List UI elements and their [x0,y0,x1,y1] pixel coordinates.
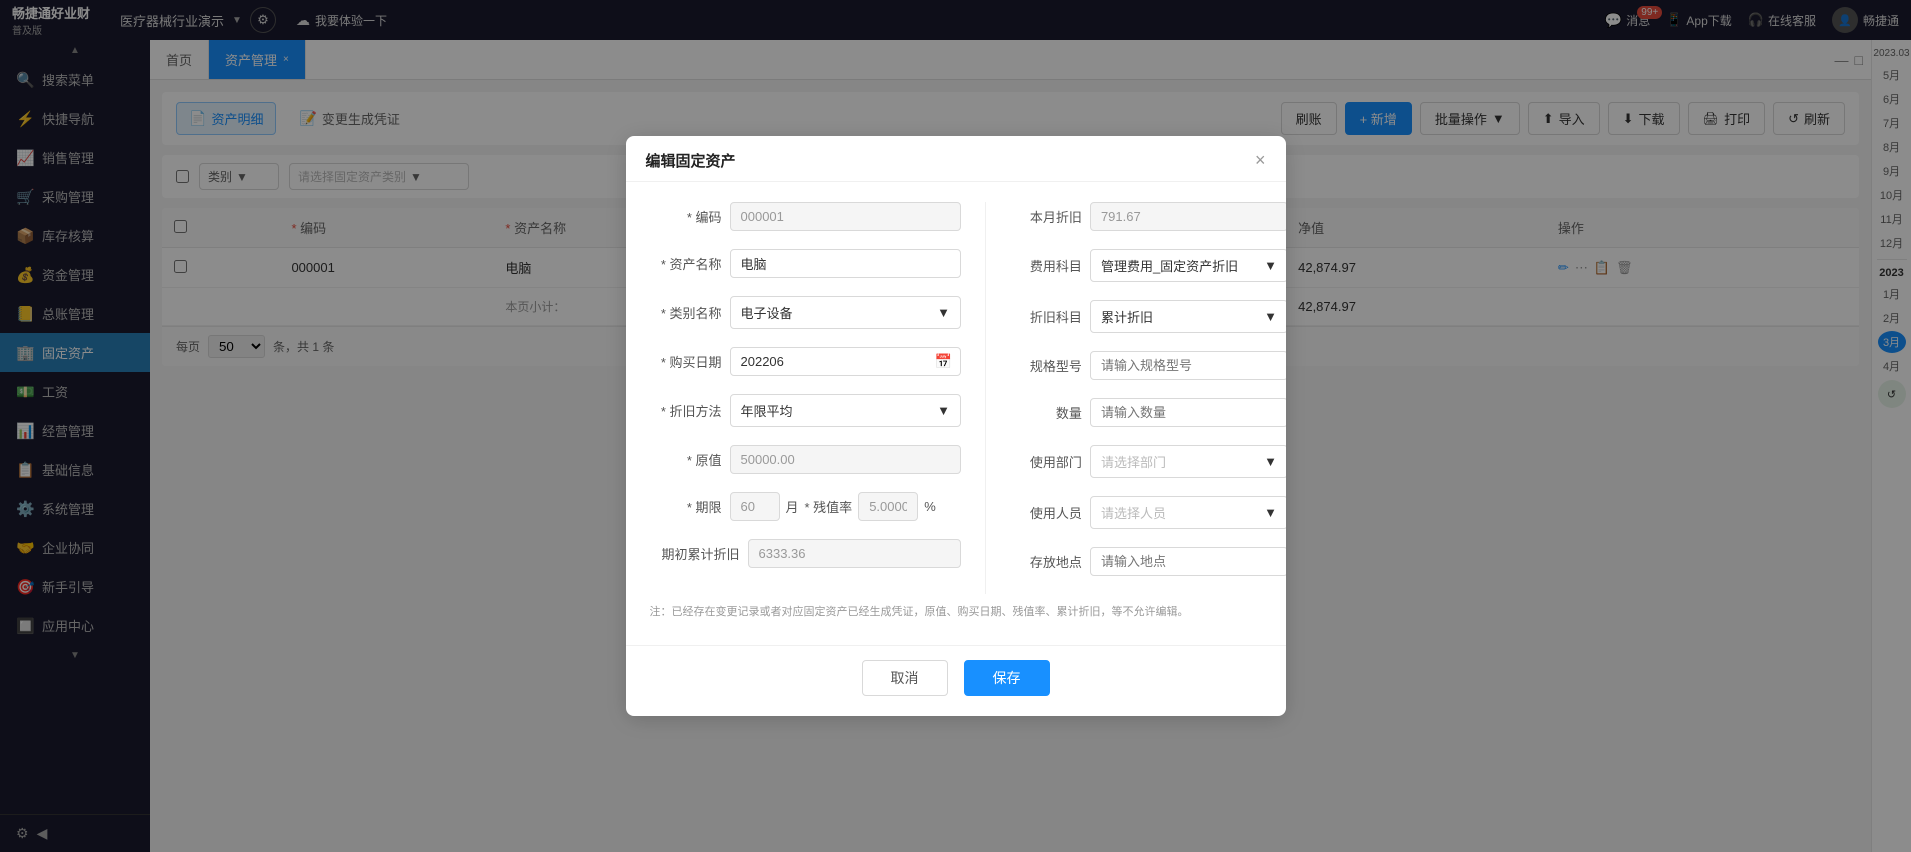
form-row-spec: 规格型号 [1010,351,1286,380]
chevron-down-icon: ▼ [1264,258,1277,273]
initial-depreciation-label: 期初累计折旧 [650,544,740,563]
form-row-purchase-date: * 购买日期 📅 [650,347,961,376]
period-unit: 月 [786,497,799,516]
code-input[interactable] [730,202,961,231]
depreciation-method-select[interactable]: 年限平均 ▼ [730,394,961,427]
expense-subject-select[interactable]: 管理费用_固定资产折旧 ▼ [1090,249,1286,282]
form-row-depreciation-method: * 折旧方法 年限平均 ▼ [650,394,961,427]
category-label: * 类别名称 [650,303,722,322]
expense-subject-label: 费用科目 [1010,256,1082,275]
purchase-date-label: * 购买日期 [650,352,722,371]
chevron-down-icon: ▼ [1264,454,1277,469]
original-value-input[interactable] [730,445,961,474]
form-row-location: 存放地点 [1010,547,1286,576]
spec-label: 规格型号 [1010,356,1082,375]
modal-form-grid: * 编码 * 资产名称 * 类别名称 电子设备 ▼ [650,202,1262,594]
chevron-down-icon: ▼ [1264,505,1277,520]
modal-note: 注：已经存在变更记录或者对应固定资产已经生成凭证，原值、购买日期、残值率、累计折… [650,594,1262,626]
department-label: 使用部门 [1010,452,1082,471]
period-group: 月 * 残值率 % [730,492,961,521]
residual-rate-input[interactable] [858,492,918,521]
depreciation-subject-select[interactable]: 累计折旧 ▼ [1090,300,1286,333]
original-value-label: * 原值 [650,450,722,469]
form-row-quantity: 数量 [1010,398,1286,427]
period-input[interactable] [730,492,780,521]
residual-rate-unit: % [924,499,936,514]
save-button[interactable]: 保存 [964,660,1050,696]
initial-depreciation-input[interactable] [748,539,961,568]
depreciation-method-label: * 折旧方法 [650,401,722,420]
depreciation-subject-label: 折旧科目 [1010,307,1082,326]
form-row-expense-subject: 费用科目 管理费用_固定资产折旧 ▼ [1010,249,1286,282]
location-label: 存放地点 [1010,552,1082,571]
modal-right-col: 本月折旧 费用科目 管理费用_固定资产折旧 ▼ 折旧科目 [985,202,1286,594]
modal-body: * 编码 * 资产名称 * 类别名称 电子设备 ▼ [626,182,1286,646]
purchase-date-input[interactable] [731,348,927,375]
user-label: 使用人员 [1010,503,1082,522]
form-row-initial-depreciation: 期初累计折旧 [650,539,961,568]
chevron-down-icon: ▼ [1264,309,1277,324]
form-row-user: 使用人员 请选择人员 ▼ [1010,496,1286,529]
residual-rate-label: * 残值率 [805,497,853,516]
modal-header: 编辑固定资产 × [626,136,1286,182]
quantity-label: 数量 [1010,403,1082,422]
monthly-depreciation-input[interactable] [1090,202,1286,231]
form-row-period: * 期限 月 * 残值率 % [650,492,961,521]
chevron-down-icon: ▼ [937,403,950,418]
asset-name-label: * 资产名称 [650,254,722,273]
spec-input[interactable] [1090,351,1286,380]
monthly-depreciation-label: 本月折旧 [1010,207,1082,226]
category-select[interactable]: 电子设备 ▼ [730,296,961,329]
location-input[interactable] [1090,547,1286,576]
form-row-category: * 类别名称 电子设备 ▼ [650,296,961,329]
form-row-asset-name: * 资产名称 [650,249,961,278]
form-row-code: * 编码 [650,202,961,231]
user-select[interactable]: 请选择人员 ▼ [1090,496,1286,529]
department-select[interactable]: 请选择部门 ▼ [1090,445,1286,478]
modal-left-col: * 编码 * 资产名称 * 类别名称 电子设备 ▼ [650,202,961,594]
modal-title: 编辑固定资产 [646,150,736,171]
quantity-input[interactable] [1090,398,1286,427]
chevron-down-icon: ▼ [937,305,950,320]
modal-close-btn[interactable]: × [1255,151,1266,169]
form-row-depreciation-subject: 折旧科目 累计折旧 ▼ [1010,300,1286,333]
calendar-icon[interactable]: 📅 [927,353,960,370]
form-row-monthly-depreciation: 本月折旧 [1010,202,1286,231]
form-row-original-value: * 原值 [650,445,961,474]
edit-asset-modal: 编辑固定资产 × * 编码 * 资产名称 [626,136,1286,717]
cancel-button[interactable]: 取消 [862,660,948,696]
period-label: * 期限 [650,497,722,516]
code-label: * 编码 [650,207,722,226]
modal-overlay: 编辑固定资产 × * 编码 * 资产名称 [0,0,1911,852]
modal-footer: 取消 保存 [626,645,1286,716]
form-row-department: 使用部门 请选择部门 ▼ [1010,445,1286,478]
asset-name-input[interactable] [730,249,961,278]
